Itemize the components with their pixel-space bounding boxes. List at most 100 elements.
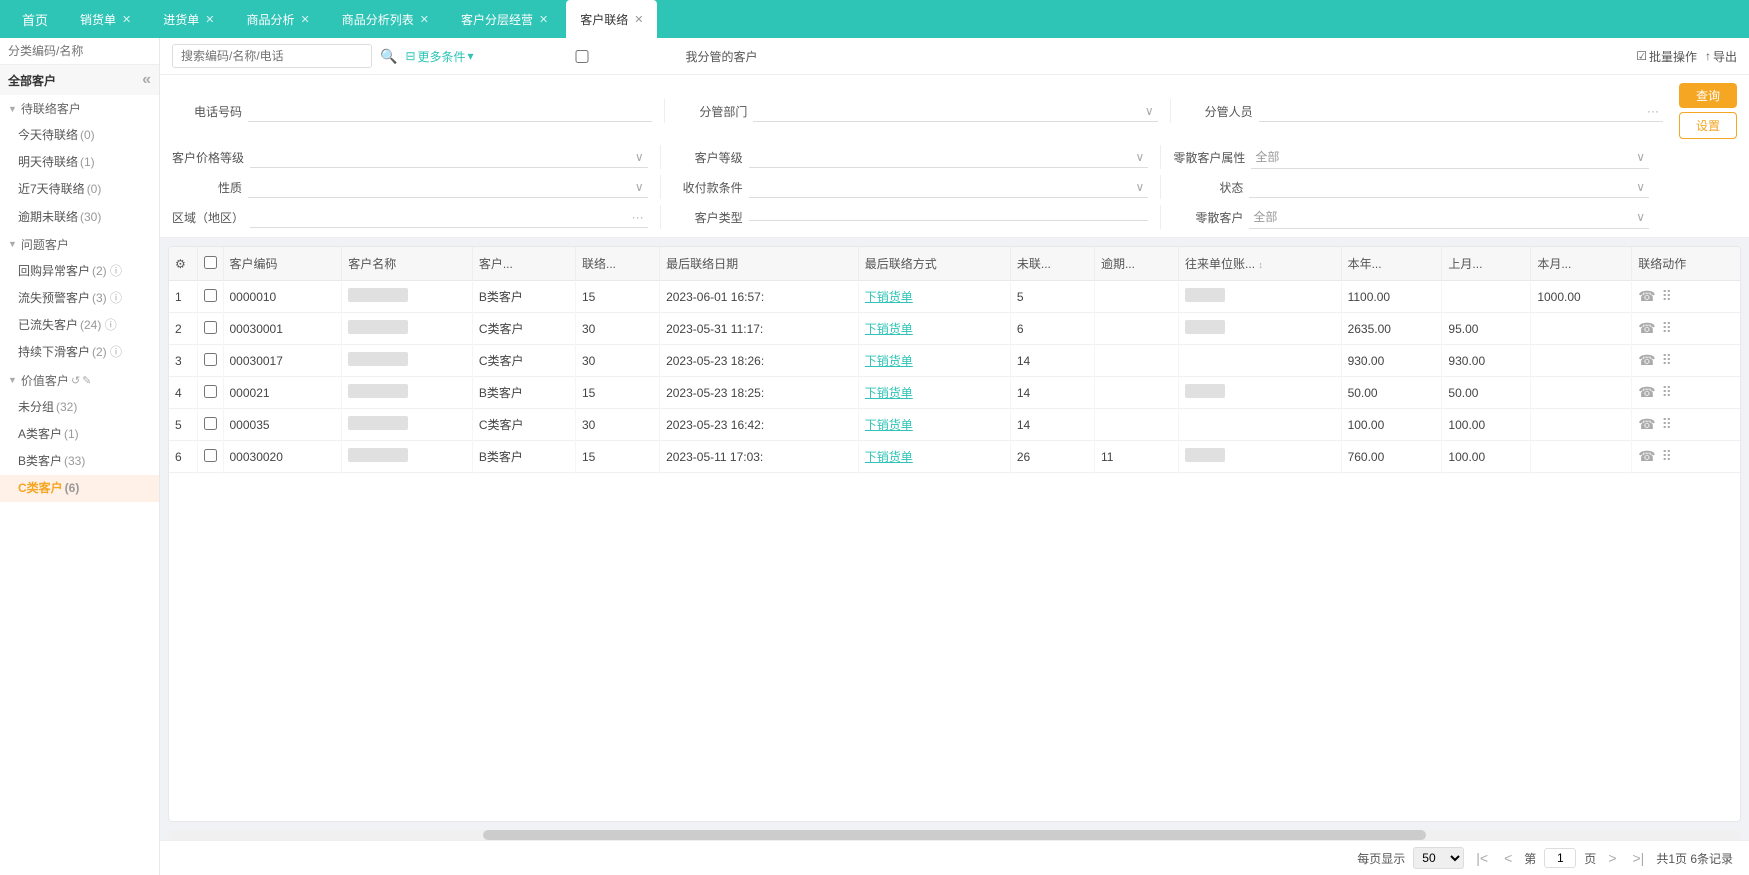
first-page-btn[interactable]: |<	[1472, 848, 1492, 868]
cell-actions: ☎ ⠿	[1632, 313, 1740, 345]
per-page-select[interactable]: 50 100 200	[1413, 847, 1464, 869]
contact-icon[interactable]: ☎	[1638, 288, 1655, 305]
sidebar-item-churned[interactable]: 已流失客户(24) ⓘ	[0, 312, 159, 339]
sidebar-item-abnormal[interactable]: 回购异常客户(2) ⓘ	[0, 258, 159, 285]
cell-last-month: 100.00	[1442, 409, 1531, 441]
contact-icon[interactable]: ☎	[1638, 320, 1655, 337]
status-select[interactable]: ∨	[1249, 177, 1649, 198]
cell-checkbox[interactable]	[197, 409, 223, 441]
close-customer-tier[interactable]: ✕	[539, 13, 548, 26]
cell-checkbox[interactable]	[197, 313, 223, 345]
my-customers-checkbox[interactable]: 我分管的客户	[482, 48, 758, 65]
dept-select[interactable]: ∨	[753, 101, 1157, 122]
retail-customer-select[interactable]: 全部 ∨	[1249, 205, 1649, 229]
cell-last-method[interactable]: 下销货单	[858, 377, 1010, 409]
close-sales-order[interactable]: ✕	[122, 13, 131, 26]
cell-last-method[interactable]: 下销货单	[858, 313, 1010, 345]
sidebar-item-tomorrow[interactable]: 明天待联络(1)	[0, 149, 159, 176]
more-conditions-btn[interactable]: ⊟ 更多条件 ▾	[405, 48, 473, 65]
tab-sales-order[interactable]: 销货单 ✕	[66, 0, 145, 38]
sidebar-item-class-c[interactable]: C类客户(6)	[0, 475, 159, 502]
contact-icon[interactable]: ☎	[1638, 448, 1655, 465]
group-pending-contact[interactable]: 待联络客户	[0, 95, 159, 122]
collapse-btn[interactable]: «	[142, 71, 151, 89]
sidebar-item-class-a[interactable]: A类客户(1)	[0, 421, 159, 448]
query-button[interactable]: 查询	[1679, 83, 1737, 108]
table-row: 4000021B类客户152023-05-23 18:25:下销货单1450.0…	[169, 377, 1740, 409]
settings-button[interactable]: 设置	[1679, 112, 1737, 139]
price-level-select[interactable]: ∨	[250, 147, 648, 168]
cell-checkbox[interactable]	[197, 377, 223, 409]
retail-customer-arrow: ∨	[1636, 210, 1645, 224]
nature-select[interactable]: ∨	[248, 177, 648, 198]
sidebar-search-input[interactable]	[8, 44, 160, 58]
horizontal-scrollbar[interactable]	[168, 830, 1741, 840]
sidebar-search-bar[interactable]: 🔍	[0, 38, 159, 65]
contact-icon[interactable]: ☎	[1638, 416, 1655, 433]
cell-last-method[interactable]: 下销货单	[858, 281, 1010, 313]
close-purchase-order[interactable]: ✕	[205, 13, 214, 26]
cell-checkbox[interactable]	[197, 281, 223, 313]
cell-type: C类客户	[472, 409, 575, 441]
close-product-analysis-list[interactable]: ✕	[420, 13, 429, 26]
manager-select[interactable]: ···	[1259, 101, 1663, 122]
sidebar-item-class-b[interactable]: B类客户(33)	[0, 448, 159, 475]
cell-checkbox[interactable]	[197, 345, 223, 377]
select-all-checkbox[interactable]	[204, 256, 217, 269]
sidebar-item-unclassified[interactable]: 未分组(32)	[0, 394, 159, 421]
cell-code: 000035	[223, 409, 342, 441]
tab-product-analysis-list[interactable]: 商品分析列表 ✕	[328, 0, 443, 38]
tab-product-analysis[interactable]: 商品分析 ✕	[232, 0, 323, 38]
prev-page-btn[interactable]: <	[1500, 848, 1516, 868]
more-action-icon[interactable]: ⠿	[1662, 288, 1672, 305]
filter-dept: 分管部门 ∨	[677, 101, 1157, 122]
group-problem-customers[interactable]: 问题客户	[0, 231, 159, 258]
next-page-btn[interactable]: >	[1604, 848, 1620, 868]
sidebar-item-declining[interactable]: 持续下滑客户(2) ⓘ	[0, 339, 159, 366]
scrollbar-thumb[interactable]	[483, 830, 1427, 840]
search-icon[interactable]: 🔍	[380, 48, 397, 65]
cell-checkbox[interactable]	[197, 441, 223, 473]
cell-last-method[interactable]: 下销货单	[858, 345, 1010, 377]
search-input[interactable]	[172, 44, 372, 68]
cell-last-method[interactable]: 下销货单	[858, 441, 1010, 473]
export-btn[interactable]: ↑ 导出	[1705, 48, 1737, 65]
tab-customer-contact[interactable]: 客户联络 ✕	[566, 0, 657, 38]
more-action-icon[interactable]: ⠿	[1662, 448, 1672, 465]
close-customer-contact[interactable]: ✕	[634, 13, 643, 26]
batch-operation-btn[interactable]: ☑ 批量操作	[1636, 48, 1697, 65]
phone-input[interactable]	[248, 101, 652, 122]
table-row: 5000035C类客户302023-05-23 16:42:下销货单14100.…	[169, 409, 1740, 441]
tab-purchase-order[interactable]: 进货单 ✕	[149, 0, 228, 38]
sidebar-item-7days[interactable]: 近7天待联络(0)	[0, 176, 159, 203]
payment-select[interactable]: ∨	[749, 177, 1149, 198]
customer-level-select[interactable]: ∨	[749, 147, 1149, 168]
home-tab[interactable]: 首页	[8, 10, 62, 29]
tab-customer-tier[interactable]: 客户分层经营 ✕	[447, 0, 562, 38]
col-last-month: 上月...	[1442, 247, 1531, 281]
cell-actions: ☎ ⠿	[1632, 409, 1740, 441]
contact-icon[interactable]: ☎	[1638, 352, 1655, 369]
contact-icon[interactable]: ☎	[1638, 384, 1655, 401]
cell-no: 2	[169, 313, 197, 345]
region-select[interactable]: ···	[250, 207, 648, 228]
close-product-analysis[interactable]: ✕	[301, 13, 310, 26]
more-action-icon[interactable]: ⠿	[1662, 320, 1672, 337]
last-page-btn[interactable]: >|	[1629, 848, 1649, 868]
sidebar-item-churn-warning[interactable]: 流失预警客户(3) ⓘ	[0, 285, 159, 312]
more-action-icon[interactable]: ⠿	[1662, 416, 1672, 433]
col-checkbox[interactable]	[197, 247, 223, 281]
retail-attr-select[interactable]: 全部 ∨	[1251, 145, 1649, 169]
filter-price-level: 客户价格等级 ∨	[172, 147, 648, 168]
sidebar-item-today[interactable]: 今天待联络(0)	[0, 122, 159, 149]
more-action-icon[interactable]: ⠿	[1662, 352, 1672, 369]
sidebar-item-overdue[interactable]: 逾期未联络(30)	[0, 204, 159, 231]
my-customers-check[interactable]	[482, 50, 682, 63]
all-customers-header[interactable]: 全部客户 «	[0, 65, 159, 95]
more-action-icon[interactable]: ⠿	[1662, 384, 1672, 401]
group-value-customers[interactable]: 价值客户 ↺ ✎	[0, 367, 159, 394]
col-settings[interactable]: ⚙	[169, 247, 197, 281]
customer-type-select[interactable]	[749, 214, 1149, 221]
cell-last-method[interactable]: 下销货单	[858, 409, 1010, 441]
page-number-input[interactable]	[1544, 848, 1576, 868]
